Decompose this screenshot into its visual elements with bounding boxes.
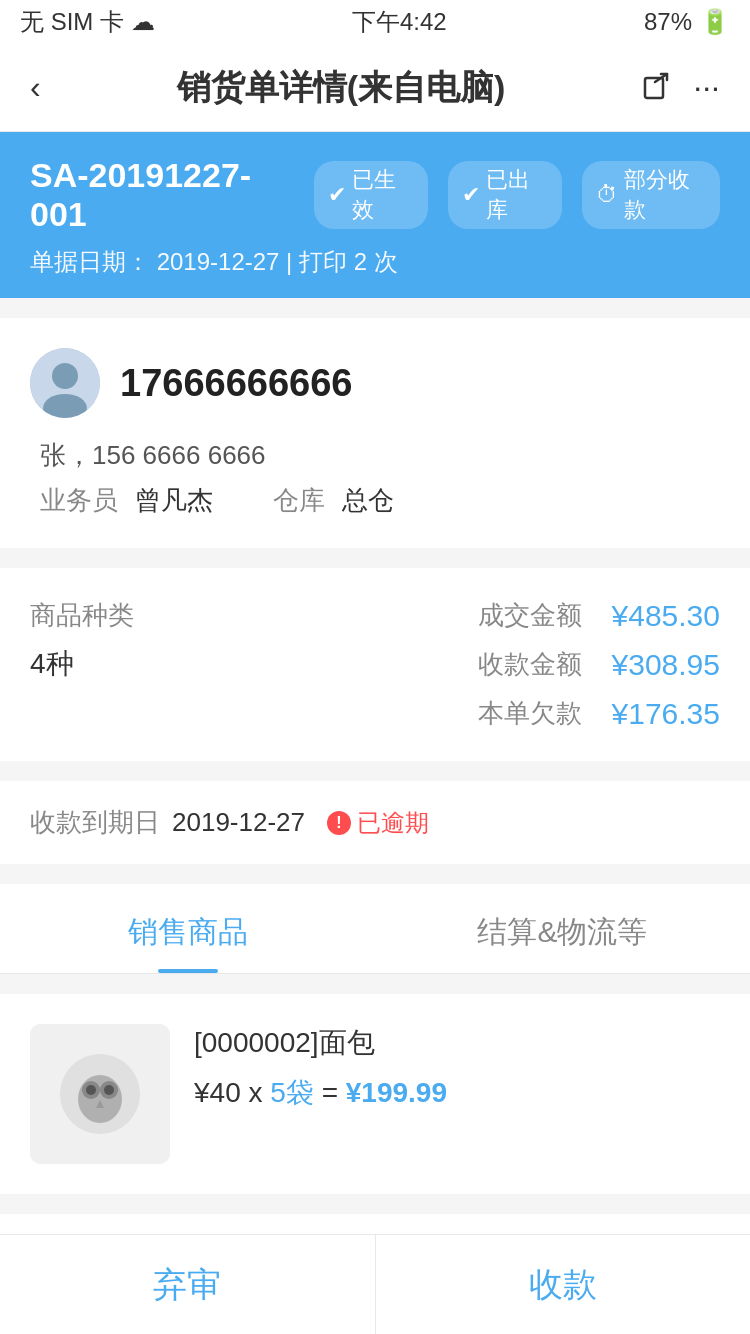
received-label: 收款金额 [478, 647, 582, 682]
product-qty-bread: 5袋 [270, 1077, 314, 1108]
signal-text: 无 SIM 卡 ☁ [20, 6, 155, 38]
discard-review-button[interactable]: 弃审 [0, 1235, 376, 1334]
check-icon-2: ✔ [462, 182, 480, 208]
svg-rect-0 [645, 78, 663, 98]
owed-amount-row: 本单欠款 ¥176.35 [478, 696, 720, 731]
overdue-status-text: 已逾期 [357, 807, 429, 839]
status-badge-effective: ✔ 已生效 [314, 161, 428, 229]
status-right: 87% 🔋 [644, 8, 730, 36]
deal-amount: ¥485.30 [612, 599, 720, 633]
more-button[interactable]: ··· [693, 69, 720, 106]
status-badge-shipped: ✔ 已出库 [448, 161, 562, 229]
overdue-date: 2019-12-27 [172, 807, 305, 838]
back-button[interactable]: ‹ [30, 69, 41, 106]
status-time: 下午4:42 [352, 6, 447, 38]
overdue-label: 收款到期日 [30, 805, 160, 840]
collect-payment-button[interactable]: 收款 [376, 1235, 751, 1334]
order-date: 2019-12-27 [157, 248, 280, 275]
stats-section: 商品种类 4种 成交金额 ¥485.30 收款金额 ¥308.95 本单欠款 ¥… [0, 568, 750, 761]
order-date-row: 单据日期： 2019-12-27 | 打印 2 次 [30, 246, 720, 278]
deal-amount-row: 成交金额 ¥485.30 [478, 598, 720, 633]
owed-label: 本单欠款 [478, 696, 582, 731]
financial-stats: 成交金额 ¥485.30 收款金额 ¥308.95 本单欠款 ¥176.35 [478, 598, 720, 731]
warehouse-value: 总仓 [342, 485, 394, 515]
status-bar: 无 SIM 卡 ☁ 下午4:42 87% 🔋 [0, 0, 750, 44]
product-price-bread: ¥40 x 5袋 = ¥199.99 [194, 1074, 720, 1112]
battery-icon: 🔋 [700, 8, 730, 36]
header-banner: SA-20191227-001 ✔ 已生效 ✔ 已出库 ⏱ 部分收款 单据日期：… [0, 132, 750, 298]
overdue-status-badge: ! 已逾期 [327, 807, 429, 839]
customer-details-row: 业务员 曾凡杰 仓库 总仓 [30, 483, 720, 518]
category-label: 商品种类 [30, 598, 134, 633]
check-icon-1: ✔ [328, 182, 346, 208]
received-amount: ¥308.95 [612, 648, 720, 682]
print-info: | 打印 2 次 [286, 248, 398, 275]
product-base-price-bread: ¥40 [194, 1077, 241, 1108]
tab-settlement[interactable]: 结算&物流等 [375, 884, 750, 973]
sales-value: 曾凡杰 [135, 485, 213, 515]
svg-point-9 [86, 1085, 96, 1095]
warehouse-label: 仓库 [273, 485, 325, 515]
svg-point-10 [104, 1085, 114, 1095]
svg-point-6 [78, 1075, 122, 1123]
battery-text: 87% [644, 8, 692, 36]
deal-label: 成交金额 [478, 598, 582, 633]
overdue-warning-icon: ! [327, 811, 351, 835]
nav-bar: ‹ 销货单详情(来自电脑) ··· [0, 44, 750, 132]
overdue-section: 收款到期日 2019-12-27 ! 已逾期 [0, 781, 750, 864]
product-image-bread [30, 1024, 170, 1164]
order-id: SA-20191227-001 [30, 156, 294, 234]
category-value: 4种 [30, 645, 134, 683]
customer-phone: 17666666666 [120, 362, 352, 405]
product-info-bread: [0000002]面包 ¥40 x 5袋 = ¥199.99 [194, 1024, 720, 1112]
product-name-bread: [0000002]面包 [194, 1024, 720, 1062]
customer-section: 17666666666 张，156 6666 6666 业务员 曾凡杰 仓库 总… [0, 318, 750, 548]
status-left: 无 SIM 卡 ☁ [20, 6, 155, 38]
received-amount-row: 收款金额 ¥308.95 [478, 647, 720, 682]
svg-point-3 [52, 363, 78, 389]
owed-amount: ¥176.35 [612, 697, 720, 731]
product-total-bread: ¥199.99 [346, 1077, 447, 1108]
customer-name-phone: 张，156 6666 6666 [30, 438, 720, 473]
page-title: 销货单详情(来自电脑) [177, 65, 506, 111]
tabs-section: 销售商品 结算&物流等 [0, 884, 750, 974]
clock-icon: ⏱ [596, 182, 618, 208]
status-badge-partial: ⏱ 部分收款 [582, 161, 720, 229]
avatar [30, 348, 100, 418]
bottom-bar: 弃审 收款 [0, 1234, 750, 1334]
sales-label: 业务员 [40, 485, 118, 515]
tab-sales-products[interactable]: 销售商品 [0, 884, 375, 973]
share-button[interactable] [641, 68, 673, 107]
product-item: [0000002]面包 ¥40 x 5袋 = ¥199.99 [0, 994, 750, 1194]
